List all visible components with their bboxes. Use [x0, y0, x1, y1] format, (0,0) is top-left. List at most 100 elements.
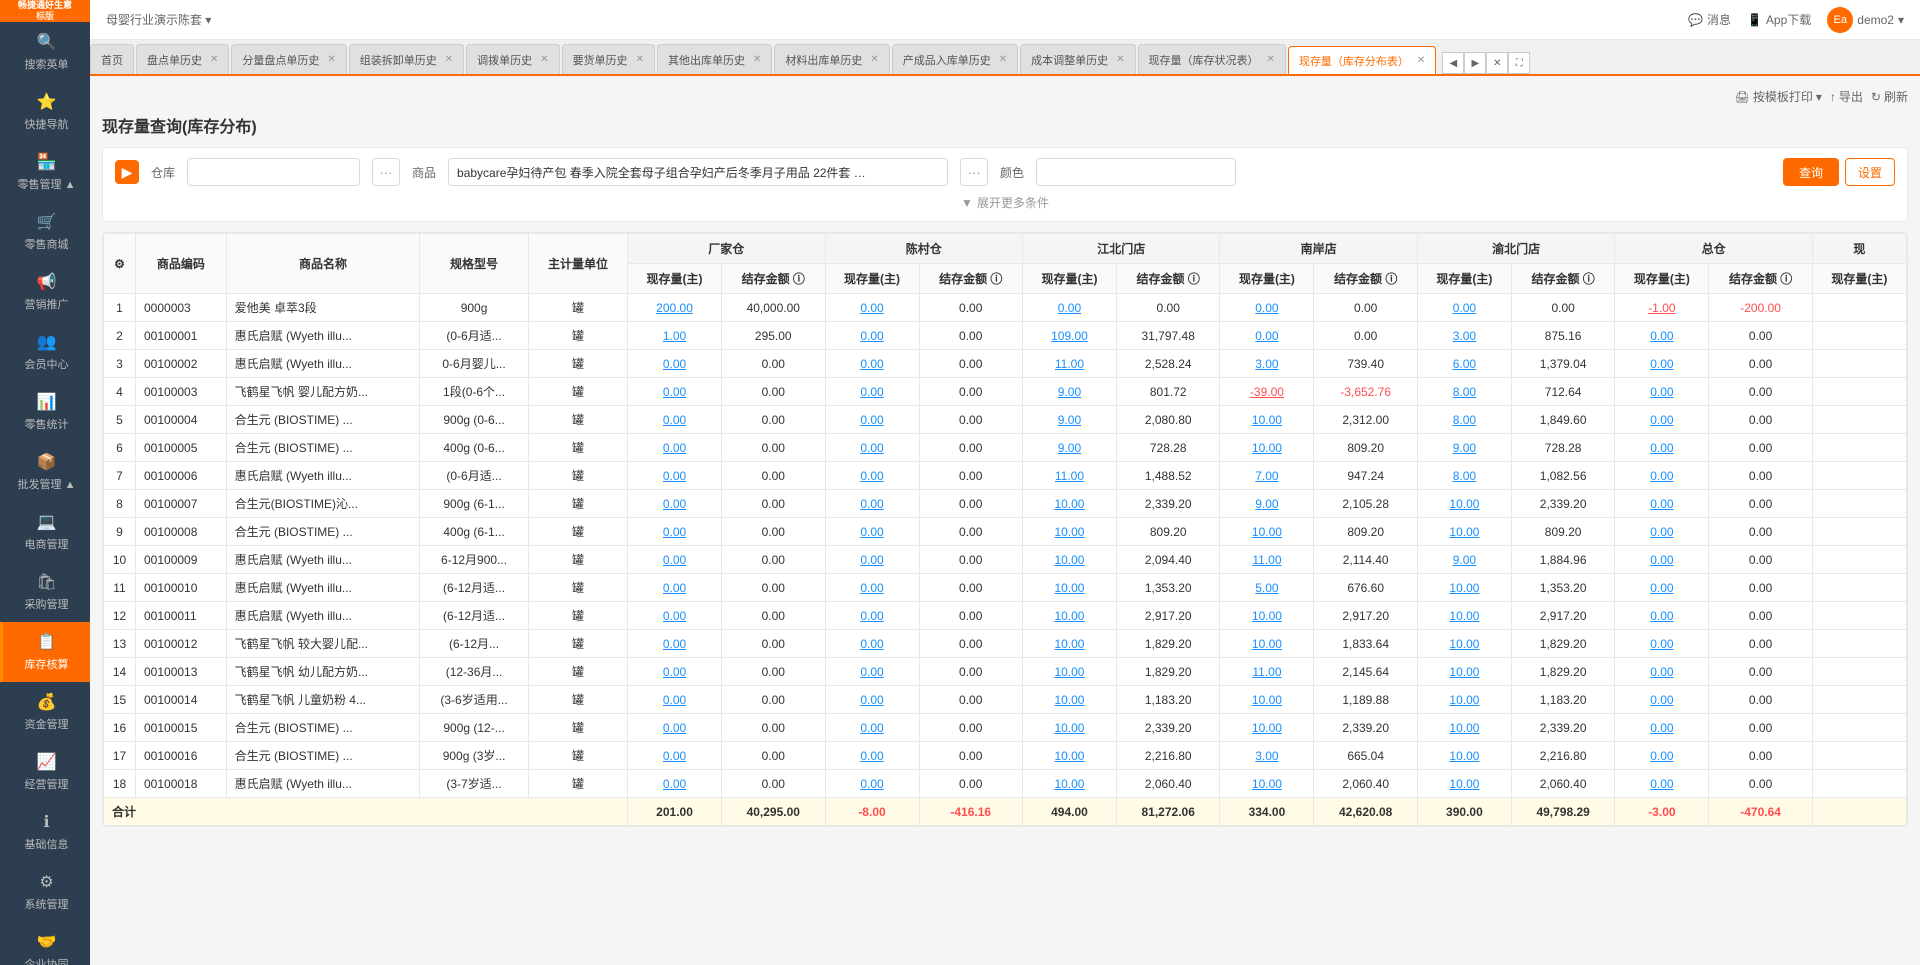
col-extra-qty: 现存量(主) — [1812, 264, 1906, 294]
tab-item-2[interactable]: 分量盘点单历史✕ — [231, 44, 346, 74]
table-row: 16 00100015 合生元 (BIOSTIME) ... 900g (12-… — [104, 714, 1907, 742]
expand-conditions-btn[interactable]: ▼ 展开更多条件 — [115, 194, 1895, 211]
print-btn[interactable]: 🖨 按模板打印 ▾ — [1735, 88, 1822, 105]
sidebar-item-零售商城[interactable]: 🛒零售商城 — [0, 202, 90, 262]
tab-item-4[interactable]: 调拨单历史✕ — [466, 44, 559, 74]
sidebar-icon: 💻 — [37, 512, 57, 532]
tab-close-icon[interactable]: ✕ — [636, 54, 644, 65]
row-total-qty: 0.00 — [1615, 630, 1709, 658]
tab-item-3[interactable]: 组装拆卸单历史✕ — [349, 44, 464, 74]
row-unit: 罐 — [528, 686, 627, 714]
row-no: 7 — [104, 462, 136, 490]
refresh-btn[interactable]: ↻ 刷新 — [1871, 88, 1908, 105]
main-content: 🖨 按模板打印 ▾ ↑ 导出 ↻ 刷新 现存量查询(库存分布) ▶ 仓库 ···… — [90, 76, 1920, 965]
tab-close-icon[interactable]: ✕ — [540, 54, 548, 65]
row-spec: 900g — [420, 294, 529, 322]
row-jiangbei-qty: 9.00 — [1022, 406, 1116, 434]
user-avatar[interactable]: Ea demo2 ▾ — [1827, 7, 1904, 33]
row-extra — [1812, 322, 1906, 350]
sidebar-item-经营管理[interactable]: 📈经营管理 — [0, 742, 90, 802]
tab-item-0[interactable]: 首页 — [90, 44, 134, 74]
row-yubei-amt: 1,353.20 — [1511, 574, 1614, 602]
col-chencun-amt: 结存金额 ⓘ — [919, 264, 1022, 294]
row-unit: 罐 — [528, 630, 627, 658]
tab-item-7[interactable]: 材料出库单历史 ✕ — [774, 44, 889, 74]
app-download-btn[interactable]: 📱 App下载 — [1747, 11, 1811, 28]
sidebar-item-零售统计[interactable]: 📊零售统计 — [0, 382, 90, 442]
sidebar-item-企业协同[interactable]: 🤝企业协同 — [0, 922, 90, 965]
tab-item-11[interactable]: 现存量（库存分布表）✕ — [1288, 46, 1436, 76]
color-input[interactable] — [1036, 158, 1236, 186]
sidebar-label: 采购管理 — [25, 596, 69, 612]
sidebar-item-基础信息[interactable]: ℹ基础信息 — [0, 802, 90, 862]
sidebar-item-快捷导航[interactable]: ⭐快捷导航 — [0, 82, 90, 142]
tab-close-icon[interactable]: ✕ — [1267, 54, 1275, 65]
row-nanan-amt: 0.00 — [1314, 294, 1417, 322]
warehouse-input[interactable] — [187, 158, 360, 186]
summary-extra — [1812, 798, 1906, 826]
row-name: 合生元 (BIOSTIME) ... — [226, 714, 420, 742]
tab-close-icon[interactable]: ✕ — [327, 54, 335, 65]
tab-close-icon[interactable]: ✕ — [210, 54, 218, 65]
row-jiangbei-qty: 10.00 — [1022, 630, 1116, 658]
table-row: 8 00100007 合生元(BIOSTIME)沁... 900g (6-1..… — [104, 490, 1907, 518]
sidebar-item-营销推广[interactable]: 📢营销推广 — [0, 262, 90, 322]
tab-item-9[interactable]: 成本调整单历史✕ — [1020, 44, 1135, 74]
warehouse-dots-btn[interactable]: ··· — [372, 158, 400, 186]
tab-close-icon[interactable]: ✕ — [1417, 55, 1425, 66]
row-factory-amt: 0.00 — [722, 406, 825, 434]
tab-item-5[interactable]: 要货单历史✕ — [562, 44, 655, 74]
tab-label: 材料出库单历史 — [785, 52, 862, 68]
row-chencun-qty: 0.00 — [825, 294, 919, 322]
tab-label: 现存量（库存状况表） — [1149, 52, 1259, 68]
tab-item-1[interactable]: 盘点单历史✕ — [136, 44, 229, 74]
row-nanan-amt: 2,339.20 — [1314, 714, 1417, 742]
sidebar-item-资金管理[interactable]: 💰资金管理 — [0, 682, 90, 742]
row-total-amt: 0.00 — [1709, 658, 1812, 686]
tab-close-icon[interactable]: ✕ — [999, 54, 1007, 65]
row-spec: (0-6月适... — [420, 462, 529, 490]
row-unit: 罐 — [528, 406, 627, 434]
tab-label: 其他出库单历史 — [668, 52, 745, 68]
row-jiangbei-qty: 10.00 — [1022, 742, 1116, 770]
tab-close-icon[interactable]: ✕ — [1116, 54, 1124, 65]
product-dots-btn[interactable]: ··· — [960, 158, 988, 186]
tab-fullscreen-btn[interactable]: ⛶ — [1508, 52, 1530, 74]
tab-close-btn[interactable]: ✕ — [1486, 52, 1508, 74]
row-nanan-qty: 10.00 — [1220, 630, 1314, 658]
tab-close-icon[interactable]: ✕ — [445, 54, 453, 65]
sidebar-icon: 📈 — [37, 752, 57, 772]
row-no: 10 — [104, 546, 136, 574]
export-btn[interactable]: ↑ 导出 — [1830, 88, 1863, 105]
store-select[interactable]: 母婴行业演示陈套 ▾ — [106, 11, 211, 28]
sidebar-item-采购管理[interactable]: 🛍采购管理 — [0, 562, 90, 622]
sidebar-item-零售管理[interactable]: 🏪零售管理 ▲ — [0, 142, 90, 202]
tab-close-icon[interactable]: ✕ — [870, 54, 878, 65]
sidebar-item-搜索英单[interactable]: 🔍搜索英单 — [0, 22, 90, 82]
product-input[interactable] — [448, 158, 948, 186]
row-name: 惠氏启赋 (Wyeth illu... — [226, 574, 420, 602]
tab-close-icon[interactable]: ✕ — [753, 54, 761, 65]
search-btn[interactable]: 查询 — [1783, 158, 1839, 186]
row-chencun-amt: 0.00 — [919, 462, 1022, 490]
filter-toggle-btn[interactable]: ▶ — [115, 160, 139, 184]
tab-next-btn[interactable]: ▶ — [1464, 52, 1486, 74]
tab-item-6[interactable]: 其他出库单历史 ✕ — [657, 44, 772, 74]
row-nanan-qty: 3.00 — [1220, 742, 1314, 770]
sidebar-item-会员中心[interactable]: 👥会员中心 — [0, 322, 90, 382]
row-nanan-qty: 10.00 — [1220, 434, 1314, 462]
settings-btn[interactable]: 设置 — [1845, 158, 1895, 186]
tab-prev-btn[interactable]: ◀ — [1442, 52, 1464, 74]
tab-item-8[interactable]: 产成品入库单历史✕ — [892, 44, 1018, 74]
sidebar-item-电商管理[interactable]: 💻电商管理 — [0, 502, 90, 562]
message-btn[interactable]: 💬 消息 — [1688, 11, 1731, 28]
row-yubei-amt: 1,829.20 — [1511, 658, 1614, 686]
row-unit: 罐 — [528, 462, 627, 490]
row-total-qty: 0.00 — [1615, 546, 1709, 574]
tab-item-10[interactable]: 现存量（库存状况表） ✕ — [1138, 44, 1286, 74]
sidebar-item-库存核算[interactable]: 📋库存核算 — [0, 622, 90, 682]
row-yubei-qty: 3.00 — [1417, 322, 1511, 350]
row-unit: 罐 — [528, 518, 627, 546]
sidebar-item-批发管理[interactable]: 📦批发管理 ▲ — [0, 442, 90, 502]
sidebar-item-系统管理[interactable]: ⚙系统管理 — [0, 862, 90, 922]
